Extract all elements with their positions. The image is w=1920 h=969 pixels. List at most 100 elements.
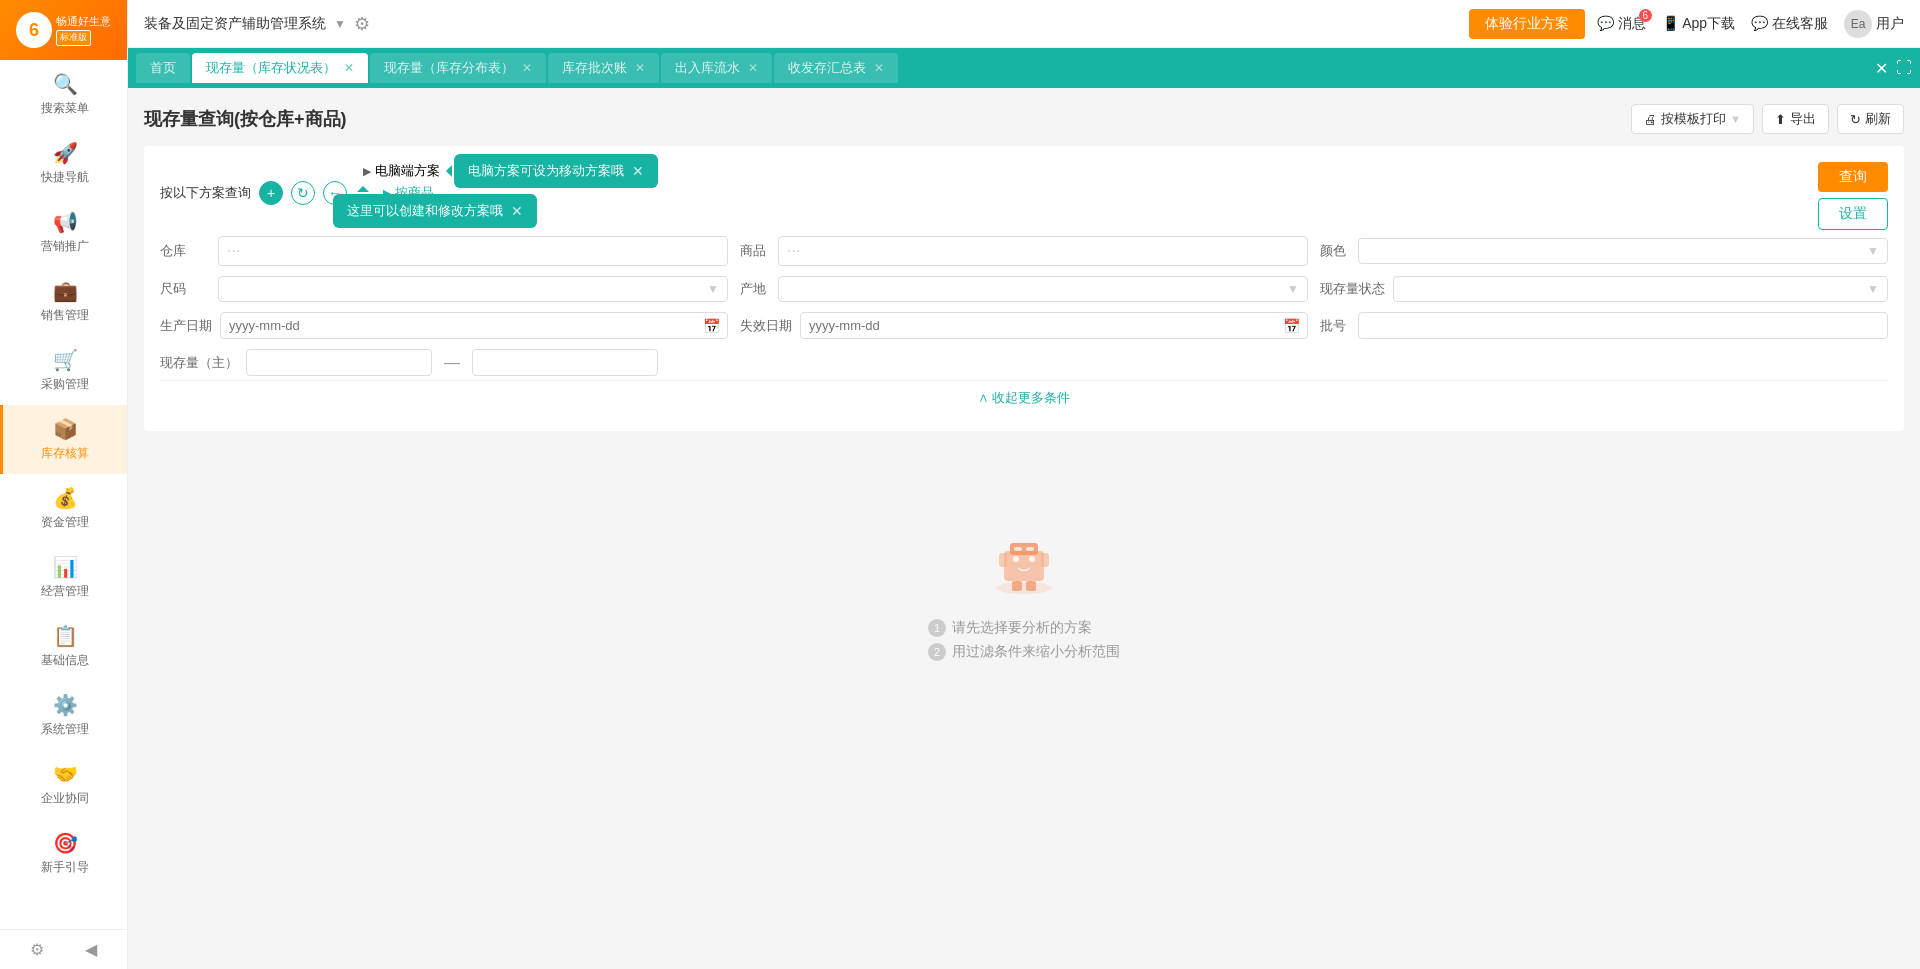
filter-row-3: 生产日期 📅 失效日期 📅 批号 <box>160 312 1888 339</box>
settings-bottom-btn[interactable]: ⚙ <box>30 940 44 959</box>
reset-btn[interactable]: 设置 <box>1818 198 1888 230</box>
tab-batch-account-close[interactable]: ✕ <box>635 61 645 75</box>
sidebar-bottom: ⚙ ◀ <box>0 929 127 969</box>
sidebar-item-search-menu[interactable]: 🔍 搜索菜单 <box>0 60 127 129</box>
expire-date-cal-icon[interactable]: 📅 <box>1283 318 1300 334</box>
sidebar-item-system[interactable]: ⚙️ 系统管理 <box>0 681 127 750</box>
sidebar-item-label: 搜索菜单 <box>41 100 89 117</box>
stock-main-from-input[interactable] <box>246 349 432 376</box>
topbar-settings-icon[interactable]: ⚙ <box>354 13 370 35</box>
filter-header: 按以下方案查询 + ↻ ← ▶ 电脑端方案 ▶ 按 <box>160 162 1888 224</box>
sidebar-item-quick-nav[interactable]: 🚀 快捷导航 <box>0 129 127 198</box>
page-actions: 🖨 按模板打印 ▼ ⬆ 导出 ↻ 刷新 <box>1631 104 1904 134</box>
sidebar-item-basic-info[interactable]: 📋 基础信息 <box>0 612 127 681</box>
print-btn[interactable]: 🖨 按模板打印 ▼ <box>1631 104 1754 134</box>
svg-point-9 <box>1013 556 1019 562</box>
goods-label: 商品 <box>740 242 770 260</box>
goods-select[interactable]: ··· <box>778 236 1308 266</box>
stock-status-dropdown-arrow: ▼ <box>1867 282 1879 296</box>
sidebar-item-finance[interactable]: 💰 资金管理 <box>0 474 127 543</box>
message-badge: 6 <box>1639 9 1653 22</box>
collapse-sidebar-btn[interactable]: ◀ <box>85 940 97 959</box>
filter-header-label: 按以下方案查询 <box>160 184 251 202</box>
add-tooltip-text: 电脑方案可设为移动方案哦 <box>468 162 624 180</box>
produce-date-cal-icon[interactable]: 📅 <box>703 318 720 334</box>
svg-rect-6 <box>1041 553 1049 567</box>
tab-receive-summary-close[interactable]: ✕ <box>874 61 884 75</box>
tab-receive-summary[interactable]: 收发存汇总表 ✕ <box>774 53 898 83</box>
produce-date-input[interactable] <box>220 312 728 339</box>
close-all-tabs-btn[interactable]: ✕ <box>1875 59 1888 78</box>
size-label: 尺码 <box>160 280 210 298</box>
svg-rect-7 <box>1012 581 1022 591</box>
color-select[interactable]: ▼ <box>1358 238 1888 264</box>
expire-date-input-wrap: 📅 <box>800 312 1308 339</box>
svg-rect-4 <box>1026 547 1034 551</box>
sidebar-item-operation[interactable]: 📊 经营管理 <box>0 543 127 612</box>
tab-receive-summary-label: 收发存汇总表 <box>788 59 866 77</box>
tab-batch-account-label: 库存批次账 <box>562 59 627 77</box>
tab-inventory-status-close[interactable]: ✕ <box>344 61 354 75</box>
topbar-dropdown-icon[interactable]: ▼ <box>334 17 346 31</box>
sidebar-item-marketing[interactable]: 📢 营销推广 <box>0 198 127 267</box>
filter-btn-group: 查询 设置 <box>1818 162 1888 230</box>
filter-row-2: 尺码 ▼ 产地 ▼ 现存量状态 <box>160 276 1888 302</box>
tab-batch-account[interactable]: 库存批次账 ✕ <box>548 53 659 83</box>
message-btn[interactable]: 💬 消息 6 <box>1597 15 1646 33</box>
stock-status-select[interactable]: ▼ <box>1393 276 1888 302</box>
search-btn[interactable]: 查询 <box>1818 162 1888 192</box>
scheme-tooltip-popover: 这里可以创建和修改方案哦 ✕ <box>333 194 537 228</box>
tab-in-out-flow[interactable]: 出入库流水 ✕ <box>661 53 772 83</box>
sidebar-item-enterprise[interactable]: 🤝 企业协同 <box>0 750 127 819</box>
enterprise-icon: 🤝 <box>53 762 78 786</box>
stock-main-to-input[interactable] <box>472 349 658 376</box>
sidebar-item-inventory[interactable]: 📦 库存核算 <box>0 405 127 474</box>
filter-produce-date: 生产日期 📅 <box>160 312 728 339</box>
online-support-btn[interactable]: 💬 在线客服 <box>1751 15 1828 33</box>
tip2-num: 2 <box>928 643 946 661</box>
batch-input[interactable] <box>1358 312 1888 339</box>
svg-point-10 <box>1029 556 1035 562</box>
stock-main-dash: — <box>440 354 464 372</box>
app-download-btn[interactable]: 📱 App下载 <box>1662 15 1735 33</box>
color-dropdown-arrow: ▼ <box>1867 244 1879 258</box>
marketing-icon: 📢 <box>53 210 78 234</box>
expire-date-input[interactable] <box>800 312 1308 339</box>
sidebar-item-label: 系统管理 <box>41 721 89 738</box>
user-avatar[interactable]: Ea 用户 <box>1844 10 1904 38</box>
origin-select[interactable]: ▼ <box>778 276 1308 302</box>
export-icon: ⬆ <box>1775 112 1786 127</box>
refresh-scheme-btn[interactable]: ↻ <box>291 181 315 205</box>
collapse-more-btn[interactable]: ∧ 收起更多条件 <box>160 380 1888 415</box>
tab-in-out-flow-close[interactable]: ✕ <box>748 61 758 75</box>
sidebar-item-label: 经营管理 <box>41 583 89 600</box>
sales-icon: 💼 <box>53 279 78 303</box>
sidebar: 6 畅通好生意 标准版 🔍 搜索菜单 🚀 快捷导航 📢 营销推广 💼 销售管理 … <box>0 0 128 969</box>
sidebar-item-label: 营销推广 <box>41 238 89 255</box>
operation-icon: 📊 <box>53 555 78 579</box>
filter-goods: 商品 ··· <box>740 236 1308 266</box>
sidebar-item-purchase[interactable]: 🛒 采购管理 <box>0 336 127 405</box>
sidebar-item-sales[interactable]: 💼 销售管理 <box>0 267 127 336</box>
tab-inventory-status[interactable]: 现存量（库存状况表） ✕ <box>192 53 368 83</box>
export-btn[interactable]: ⬆ 导出 <box>1762 104 1829 134</box>
sidebar-item-label: 库存核算 <box>41 445 89 462</box>
size-select[interactable]: ▼ <box>218 276 728 302</box>
expand-btn[interactable]: ⛶ <box>1896 59 1912 78</box>
tab-home[interactable]: 首页 <box>136 53 190 83</box>
scheme-tooltip-close[interactable]: ✕ <box>511 203 523 219</box>
tab-inventory-dist-close[interactable]: ✕ <box>522 61 532 75</box>
svg-rect-3 <box>1014 547 1022 551</box>
warehouse-select[interactable]: ··· <box>218 236 728 266</box>
refresh-btn[interactable]: ↻ 刷新 <box>1837 104 1904 134</box>
page-title-text: 现存量查询(按仓库+商品) <box>144 107 347 131</box>
sidebar-item-guide[interactable]: 🎯 新手引导 <box>0 819 127 888</box>
origin-label: 产地 <box>740 280 770 298</box>
industry-plan-btn[interactable]: 体验行业方案 <box>1469 9 1585 39</box>
print-dropdown-icon: ▼ <box>1730 113 1741 125</box>
add-tooltip-popover: 电脑方案可设为移动方案哦 ✕ <box>454 154 658 188</box>
sidebar-item-label: 新手引导 <box>41 859 89 876</box>
add-tooltip-close[interactable]: ✕ <box>632 163 644 179</box>
add-scheme-btn[interactable]: + <box>259 181 283 205</box>
tab-inventory-dist[interactable]: 现存量（库存分布表） ✕ <box>370 53 546 83</box>
